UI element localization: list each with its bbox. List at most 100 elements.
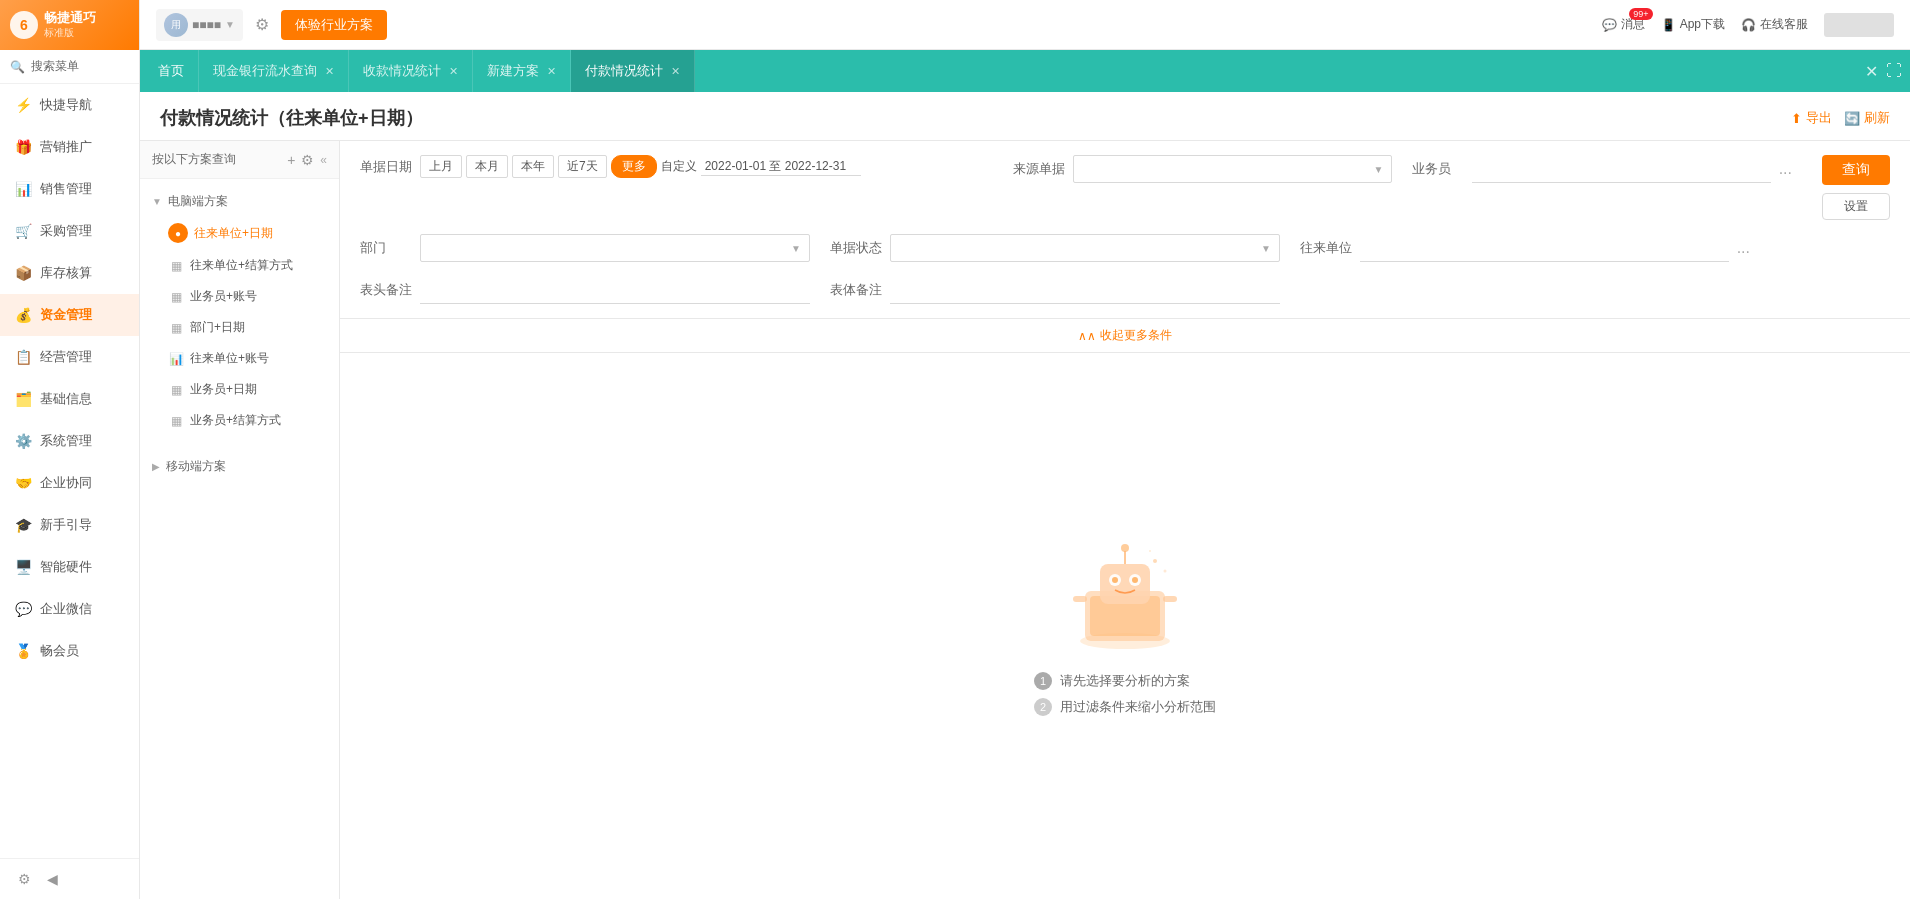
sidebar-item-enterprise[interactable]: 🤝 企业协同 <box>0 462 139 504</box>
sidebar-item-fund[interactable]: 💰 资金管理 <box>0 294 139 336</box>
source-doc-select[interactable]: ▼ <box>1073 155 1393 183</box>
sidebar-item-sales[interactable]: 📊 销售管理 <box>0 168 139 210</box>
tab-close-payment-stats[interactable]: ✕ <box>671 65 680 78</box>
date-btn-this-year[interactable]: 本年 <box>512 155 554 178</box>
app-download-action[interactable]: 📱 App下载 <box>1661 16 1725 33</box>
date-buttons: 上月 本月 本年 近7天 更多 自定义 <box>420 155 861 178</box>
scheme-header-actions: + ⚙ <box>287 152 314 168</box>
quick-nav-icon: ⚡ <box>14 96 32 114</box>
tab-receipt-stats[interactable]: 收款情况统计 ✕ <box>349 50 473 92</box>
scheme-item-salesman-date[interactable]: ▦ 业务员+日期 <box>140 374 339 405</box>
tabs-bar: 首页 现金银行流水查询 ✕ 收款情况统计 ✕ 新建方案 ✕ 付款情况统计 ✕ ✕… <box>140 50 1910 92</box>
date-filter-field: 单据日期 上月 本月 本年 近7天 更多 自定义 <box>360 155 993 178</box>
tab-close-all-icon[interactable]: ✕ <box>1865 62 1878 81</box>
content-area: 付款情况统计（往来单位+日期） ⬆ 导出 🔄 刷新 按以下方案查询 + <box>140 92 1910 899</box>
marketing-icon: 🎁 <box>14 138 32 156</box>
mobile-arrow-icon: ▶ <box>152 461 160 472</box>
scheme-settings-icon[interactable]: ⚙ <box>301 152 314 168</box>
date-range-input[interactable] <box>701 157 861 176</box>
scheme-item-partner-settle[interactable]: ▦ 往来单位+结算方式 <box>140 250 339 281</box>
date-btn-last-month[interactable]: 上月 <box>420 155 462 178</box>
sidebar: 6 畅捷通巧 标准版 🔍 搜索菜单 ⚡ 快捷导航 🎁 营销推广 📊 销售管理 🛒… <box>0 0 140 899</box>
scheme-item-salesman-settle[interactable]: ▦ 业务员+结算方式 <box>140 405 339 436</box>
bottom-settings-icon[interactable]: ⚙ <box>14 869 34 889</box>
scheme-icon-partner-account: 📊 <box>168 351 184 367</box>
sidebar-item-base-info[interactable]: 🗂️ 基础信息 <box>0 378 139 420</box>
query-button[interactable]: 查询 <box>1822 155 1890 185</box>
sidebar-item-inventory[interactable]: 📦 库存核算 <box>0 252 139 294</box>
filter-row-3: 表头备注 表体备注 <box>360 276 1890 304</box>
sidebar-item-member[interactable]: 🏅 畅会员 <box>0 630 139 672</box>
partner-dots-icon[interactable]: ... <box>1737 239 1750 257</box>
export-button[interactable]: ⬆ 导出 <box>1791 109 1832 127</box>
header-note-label: 表头备注 <box>360 281 412 299</box>
date-btn-7days[interactable]: 近7天 <box>558 155 607 178</box>
collapse-bar[interactable]: ∧∧ 收起更多条件 <box>340 319 1910 353</box>
sidebar-item-quick-nav[interactable]: ⚡ 快捷导航 <box>0 84 139 126</box>
scheme-item-dept-date[interactable]: ▦ 部门+日期 <box>140 312 339 343</box>
source-doc-field: 来源单据 ▼ <box>1013 155 1393 183</box>
scheme-item-partner-account[interactable]: 📊 往来单位+账号 <box>140 343 339 374</box>
system-icon: ⚙️ <box>14 432 32 450</box>
svg-rect-3 <box>1100 564 1150 604</box>
trial-industry-button[interactable]: 体验行业方案 <box>281 10 387 40</box>
topbar: 用 ■■■■ ▼ ⚙ 体验行业方案 💬 消息 99+ 📱 App下载 🎧 在线客… <box>140 0 1910 50</box>
user-company: ■■■■ <box>192 18 221 32</box>
refresh-icon: 🔄 <box>1844 111 1860 126</box>
page-header: 付款情况统计（往来单位+日期） ⬆ 导出 🔄 刷新 <box>140 92 1910 141</box>
sidebar-item-hardware[interactable]: 🖥️ 智能硬件 <box>0 546 139 588</box>
messages-action[interactable]: 💬 消息 99+ <box>1602 16 1645 33</box>
online-service-action[interactable]: 🎧 在线客服 <box>1741 16 1808 33</box>
dept-select[interactable]: ▼ <box>420 234 810 262</box>
sidebar-item-operations[interactable]: 📋 经营管理 <box>0 336 139 378</box>
sidebar-nav: ⚡ 快捷导航 🎁 营销推广 📊 销售管理 🛒 采购管理 📦 库存核算 💰 资金管… <box>0 84 139 858</box>
sidebar-item-purchase[interactable]: 🛒 采购管理 <box>0 210 139 252</box>
page-title: 付款情况统计（往来单位+日期） <box>160 106 423 130</box>
partner-field: 往来单位 ... <box>1300 234 1750 262</box>
desktop-scheme-title[interactable]: ▼ 电脑端方案 <box>140 187 339 216</box>
logo-icon: 6 <box>10 11 38 39</box>
header-note-input[interactable] <box>420 276 810 304</box>
sidebar-item-marketing[interactable]: 🎁 营销推广 <box>0 126 139 168</box>
date-btn-this-month[interactable]: 本月 <box>466 155 508 178</box>
header-note-field: 表头备注 <box>360 276 810 304</box>
source-doc-label: 来源单据 <box>1013 160 1065 178</box>
body-note-field: 表体备注 <box>830 276 1280 304</box>
doc-status-select[interactable]: ▼ <box>890 234 1280 262</box>
refresh-button[interactable]: 🔄 刷新 <box>1844 109 1890 127</box>
tab-close-bank-flow[interactable]: ✕ <box>325 65 334 78</box>
filter-area: 单据日期 上月 本月 本年 近7天 更多 自定义 <box>340 141 1910 319</box>
sidebar-item-system[interactable]: ⚙️ 系统管理 <box>0 420 139 462</box>
scheme-item-partner-date[interactable]: ● 往来单位+日期 <box>140 216 339 250</box>
svg-point-6 <box>1112 577 1118 583</box>
sidebar-item-guide[interactable]: 🎓 新手引导 <box>0 504 139 546</box>
tab-bank-flow[interactable]: 现金银行流水查询 ✕ <box>199 50 349 92</box>
tab-new-scheme[interactable]: 新建方案 ✕ <box>473 50 571 92</box>
sidebar-item-wechat[interactable]: 💬 企业微信 <box>0 588 139 630</box>
tab-home[interactable]: 首页 <box>148 50 199 92</box>
salesman-input[interactable] <box>1472 155 1770 183</box>
scheme-item-salesman-account[interactable]: ▦ 业务员+账号 <box>140 281 339 312</box>
bottom-collapse-icon[interactable]: ◀ <box>42 869 62 889</box>
scheme-collapse-icon[interactable]: « <box>320 153 327 167</box>
body-note-input[interactable] <box>890 276 1280 304</box>
tab-maximize-icon[interactable]: ⛶ <box>1886 62 1902 80</box>
doc-status-arrow-icon: ▼ <box>1261 243 1271 254</box>
scheme-add-icon[interactable]: + <box>287 152 295 168</box>
tab-payment-stats[interactable]: 付款情况统计 ✕ <box>571 50 695 92</box>
mobile-scheme-title[interactable]: ▶ 移动端方案 <box>140 452 339 481</box>
tab-close-new-scheme[interactable]: ✕ <box>547 65 556 78</box>
date-btn-more[interactable]: 更多 <box>611 155 657 178</box>
tab-close-receipt-stats[interactable]: ✕ <box>449 65 458 78</box>
dept-field: 部门 ▼ <box>360 234 810 262</box>
topbar-user[interactable]: 用 ■■■■ ▼ <box>156 9 243 41</box>
salesman-dots-icon[interactable]: ... <box>1779 160 1792 178</box>
export-icon: ⬆ <box>1791 111 1802 126</box>
filter-settings-button[interactable]: 设置 <box>1822 193 1890 220</box>
partner-input[interactable] <box>1360 234 1729 262</box>
search-icon: 🔍 <box>10 60 25 74</box>
settings-gear-icon[interactable]: ⚙ <box>255 15 269 34</box>
scheme-icon-salesman-account: ▦ <box>168 289 184 305</box>
search-menu[interactable]: 🔍 搜索菜单 <box>0 50 139 84</box>
chevron-down-icon: ▼ <box>225 19 235 30</box>
